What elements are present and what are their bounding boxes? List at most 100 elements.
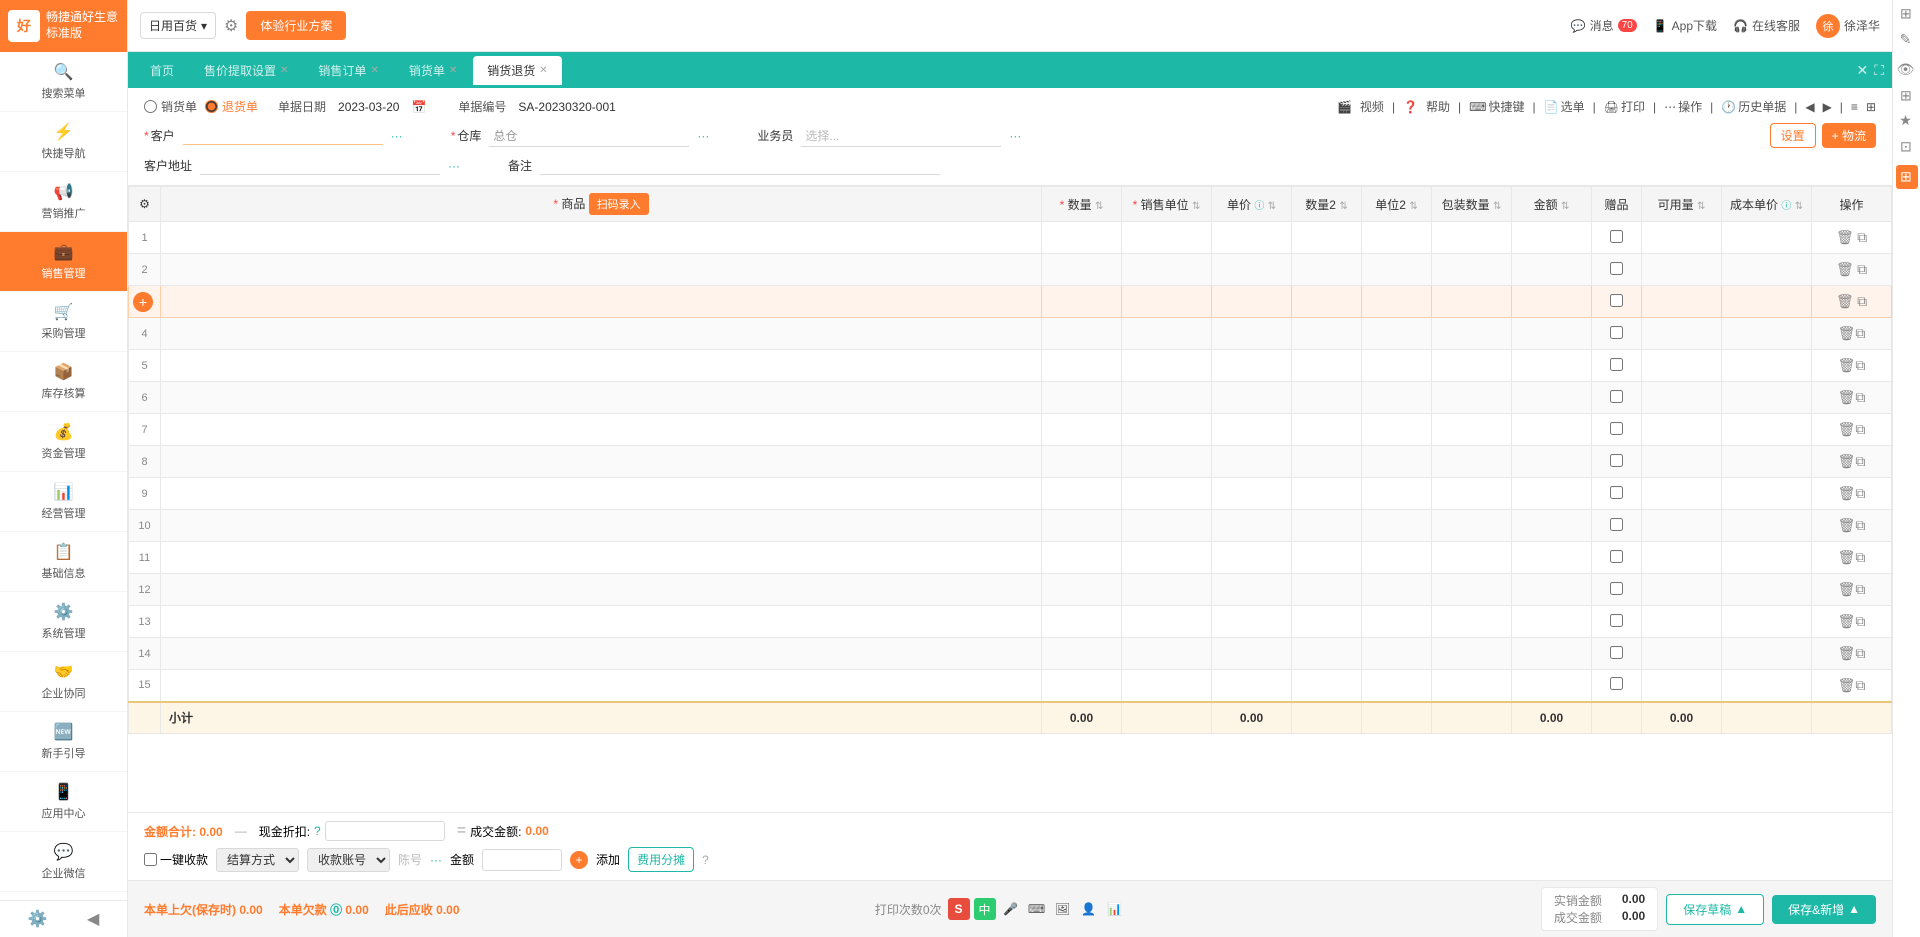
product-cell[interactable] <box>161 670 1042 702</box>
product-cell[interactable] <box>161 510 1042 542</box>
product-cell[interactable] <box>161 350 1042 382</box>
unit2-cell[interactable] <box>1362 286 1432 318</box>
add-fee-btn[interactable]: + <box>570 851 588 869</box>
sidebar-item-sales[interactable]: 💼 销售管理 <box>0 232 127 292</box>
copy-row-btn[interactable]: ⧉ <box>1855 453 1865 470</box>
user-area[interactable]: 徐 徐泽华 <box>1816 14 1880 38</box>
delete-row-btn[interactable]: 🗑 <box>1838 581 1856 598</box>
product-cell[interactable] <box>161 222 1042 254</box>
cost-price-cell[interactable] <box>1722 254 1812 286</box>
sort-icon[interactable]: ⇅ <box>1561 201 1569 212</box>
product-cell[interactable] <box>161 382 1042 414</box>
copy-row-btn[interactable]: ⧉ <box>1855 357 1865 374</box>
sort-icon[interactable]: ⇅ <box>1095 201 1103 212</box>
pack-qty-cell[interactable] <box>1432 286 1512 318</box>
calendar-icon[interactable]: 📅 <box>411 100 426 114</box>
amount-cell[interactable] <box>1512 222 1592 254</box>
download-btn[interactable]: 📱 App下载 <box>1653 17 1717 34</box>
img-icon[interactable]: 🖼 <box>1052 898 1074 920</box>
available-cell[interactable] <box>1642 254 1722 286</box>
maximize-tab-btn[interactable]: ⛶ <box>1874 62 1884 79</box>
sidebar-item-newguide[interactable]: 🆕 新手引导 <box>0 712 127 772</box>
right-panel-icon-4[interactable]: ⊞ <box>1899 90 1915 102</box>
gift-checkbox[interactable] <box>1610 294 1623 307</box>
cost-price-cell[interactable] <box>1722 286 1812 318</box>
sidebar-item-search[interactable]: 🔍 搜索菜单 <box>0 52 127 112</box>
copy-row-btn[interactable]: ⧉ <box>1855 549 1865 566</box>
tab-close-icon[interactable]: ✕ <box>539 65 547 76</box>
salesperson-select-btn[interactable]: ··· <box>1009 129 1021 143</box>
sort-icon[interactable]: ⇅ <box>1339 201 1347 212</box>
shortcut-btn[interactable]: ⌨ 快捷键 <box>1469 98 1524 115</box>
gift-cell[interactable] <box>1592 286 1642 318</box>
gift-checkbox[interactable] <box>1610 582 1623 595</box>
right-panel-icon-1[interactable]: ⊞ <box>1899 8 1915 20</box>
delete-row-btn[interactable]: 🗑 <box>1838 421 1856 438</box>
list-view-btn[interactable]: ≡ <box>1851 100 1858 114</box>
sidebar-item-inventory[interactable]: 📦 库存核算 <box>0 352 127 412</box>
unit-price-cell[interactable] <box>1212 222 1292 254</box>
product-cell-active[interactable] <box>161 286 1042 318</box>
pack-qty-cell[interactable] <box>1432 254 1512 286</box>
save-draft-btn[interactable]: 保存草稿 ▲ <box>1666 894 1764 925</box>
account-dots[interactable]: ··· <box>430 853 442 867</box>
gift-cell[interactable] <box>1592 222 1642 254</box>
radio-return[interactable]: 退货单 <box>205 98 258 115</box>
amount-input[interactable] <box>482 849 562 871</box>
copy-row-btn[interactable]: ⧉ <box>1855 645 1865 662</box>
sidebar-item-quicknav[interactable]: ⚡ 快捷导航 <box>0 112 127 172</box>
delete-row-btn[interactable]: 🗑 <box>1838 485 1856 502</box>
sidebar-item-appstore[interactable]: 📱 应用中心 <box>0 772 127 832</box>
delete-row-btn[interactable]: 🗑 <box>1836 293 1854 310</box>
delete-row-btn[interactable]: 🗑 <box>1838 549 1856 566</box>
industry-select[interactable]: 日用百货 ▾ <box>140 12 216 39</box>
delete-row-btn[interactable]: 🗑 <box>1838 453 1856 470</box>
customer-select-btn[interactable]: ··· <box>391 129 403 143</box>
delete-row-btn[interactable]: 🗑 <box>1838 645 1856 662</box>
settlement-select[interactable]: 结算方式 <box>216 848 299 872</box>
sales-unit-cell[interactable] <box>1122 222 1212 254</box>
save-new-btn[interactable]: 保存&新增 ▲ <box>1772 895 1876 924</box>
unit-price-cell[interactable] <box>1212 254 1292 286</box>
gift-checkbox[interactable] <box>1610 230 1623 243</box>
copy-row-btn[interactable]: ⧉ <box>1855 325 1865 342</box>
nav-next-btn[interactable]: ▶ <box>1823 100 1832 114</box>
sidebar-item-finance[interactable]: 💰 资金管理 <box>0 412 127 472</box>
add-row-btn[interactable]: + <box>133 292 153 312</box>
product-cell[interactable] <box>161 478 1042 510</box>
tab-order[interactable]: 销售订单 ✕ <box>304 56 392 85</box>
sort-icon[interactable]: ⇅ <box>1268 201 1276 212</box>
product-cell[interactable] <box>161 414 1042 446</box>
quantity-cell[interactable] <box>1042 286 1122 318</box>
sidebar-item-basic[interactable]: 📋 基础信息 <box>0 532 127 592</box>
mic-icon[interactable]: 🎤 <box>1000 898 1022 920</box>
gift-checkbox[interactable] <box>1610 454 1623 467</box>
video-btn[interactable]: 视频 <box>1360 98 1384 115</box>
product-cell[interactable] <box>161 606 1042 638</box>
delete-row-btn[interactable]: 🗑 <box>1836 261 1854 278</box>
unit2-cell[interactable] <box>1362 222 1432 254</box>
copy-row-btn[interactable]: ⧉ <box>1855 421 1865 438</box>
sidebar-item-member[interactable]: 👑 畅会员 <box>0 892 127 900</box>
sort-icon[interactable]: ⇅ <box>1697 201 1705 212</box>
sales-unit-cell[interactable] <box>1122 254 1212 286</box>
gift-checkbox[interactable] <box>1610 614 1623 627</box>
nav-prev-btn[interactable]: ◀ <box>1805 100 1814 114</box>
delete-row-btn[interactable]: 🗑 <box>1838 517 1856 534</box>
right-panel-icon-6[interactable]: ⊡ <box>1899 141 1915 153</box>
product-input[interactable] <box>165 295 1037 309</box>
gift-checkbox[interactable] <box>1610 390 1623 403</box>
gift-checkbox[interactable] <box>1610 358 1623 371</box>
keyboard-icon[interactable]: ⌨ <box>1026 898 1048 920</box>
delete-row-btn[interactable]: 🗑 <box>1836 229 1854 246</box>
gift-checkbox[interactable] <box>1610 518 1623 531</box>
delete-row-btn[interactable]: 🗑 <box>1838 325 1856 342</box>
radio-return-input[interactable] <box>205 100 218 113</box>
fee-split-btn[interactable]: 费用分摊 <box>628 847 694 872</box>
gift-checkbox[interactable] <box>1610 326 1623 339</box>
gift-checkbox[interactable] <box>1610 262 1623 275</box>
quantity2-cell[interactable] <box>1292 286 1362 318</box>
help-btn[interactable]: 帮助 <box>1426 98 1450 115</box>
product-cell[interactable] <box>161 318 1042 350</box>
trial-btn[interactable]: 体验行业方案 <box>246 11 346 40</box>
